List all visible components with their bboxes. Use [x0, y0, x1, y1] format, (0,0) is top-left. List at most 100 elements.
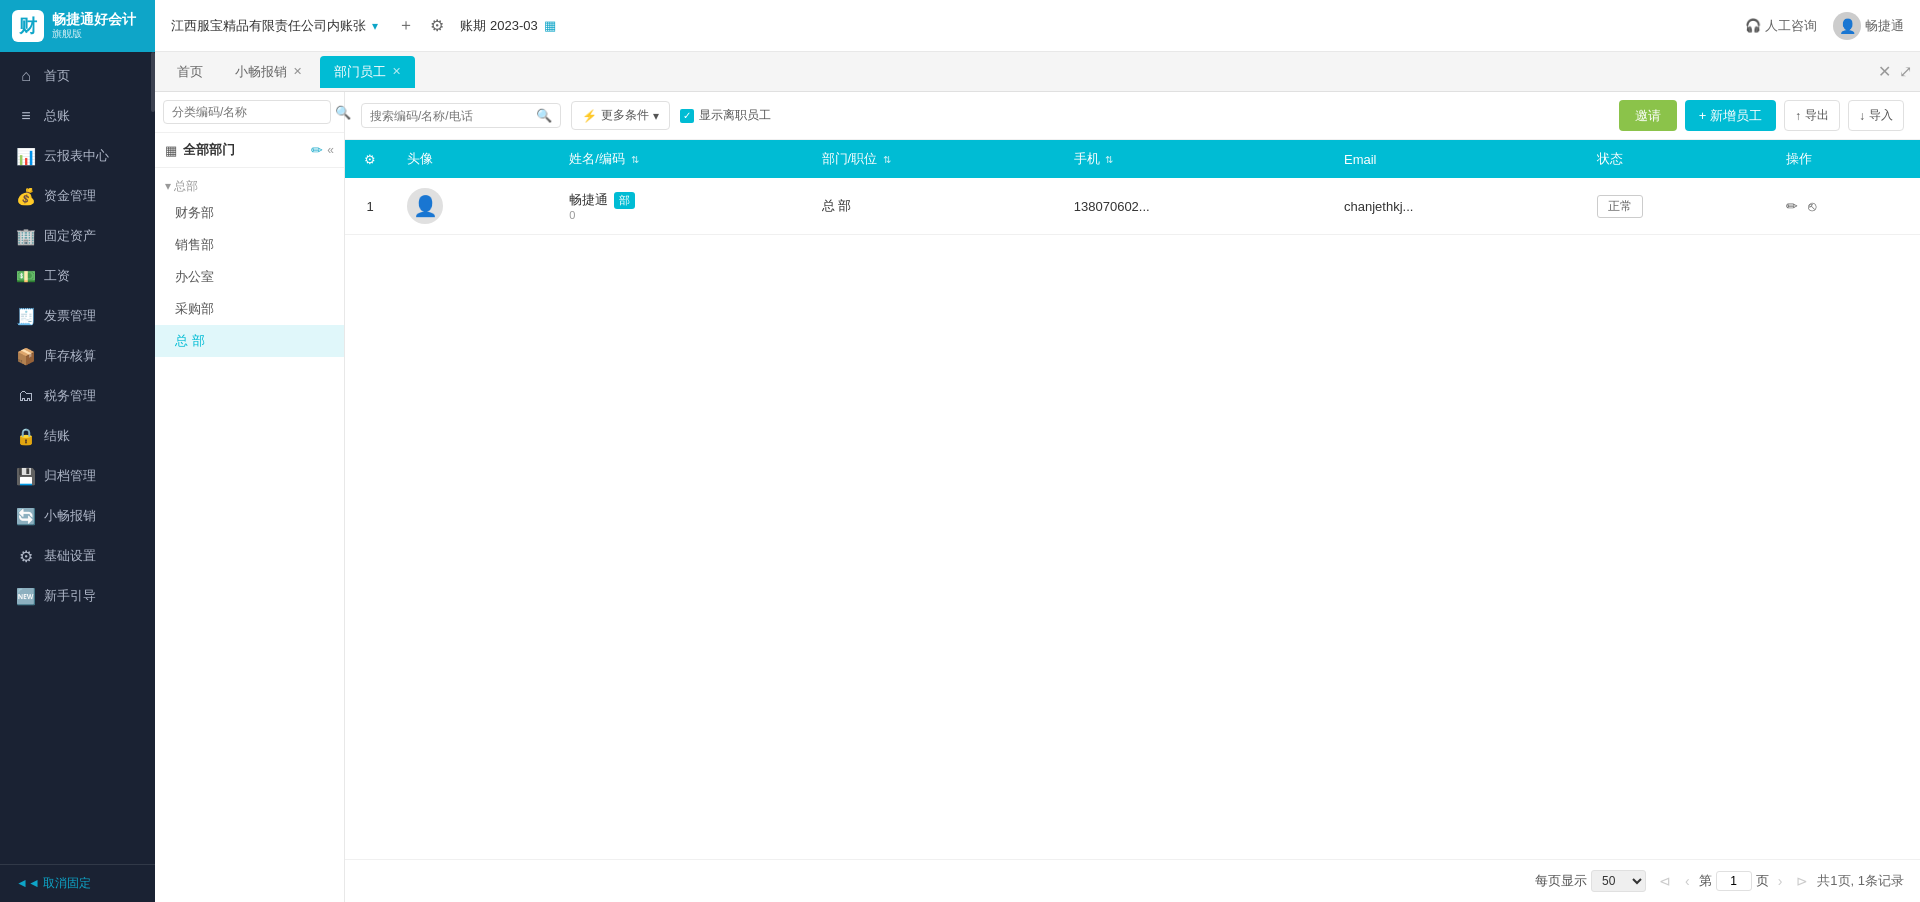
sidebar-item-close[interactable]: 🔒 结账 — [0, 416, 155, 456]
sidebar-item-label: 库存核算 — [44, 347, 96, 365]
page-total: 共1页, 1条记录 — [1817, 872, 1904, 890]
toolbar-right: 邀请 + 新增员工 ↑ 导出 ↓ 导入 — [1619, 100, 1904, 131]
add-tab-button[interactable]: ＋ — [398, 15, 414, 36]
col-action: 操作 — [1774, 140, 1920, 178]
logo-icon: 财 — [12, 10, 44, 42]
sidebar-logo: 财 畅捷通好会计 旗舰版 — [0, 0, 155, 52]
employee-search-input[interactable] — [370, 109, 536, 123]
dept-item-caiwu[interactable]: 财务部 — [155, 197, 344, 229]
sidebar-item-xiaochang[interactable]: 🔄 小畅报销 — [0, 496, 155, 536]
edit-dept-icon[interactable]: ✏ — [311, 142, 323, 158]
sidebar-item-label: 云报表中心 — [44, 147, 109, 165]
pagination: ⊲ ‹ 第 页 › ⊳ 共1页, 1条记录 — [1654, 871, 1904, 891]
dept-group-label: ▾ 总部 — [155, 172, 344, 197]
funds-icon: 💰 — [16, 186, 36, 206]
tab-xiaochang[interactable]: 小畅报销 ✕ — [221, 56, 316, 88]
col-dept[interactable]: 部门/职位 ⇅ — [810, 140, 1062, 178]
tab-dept-close[interactable]: ✕ — [392, 65, 401, 78]
ledger-icon: ≡ — [16, 106, 36, 126]
col-settings[interactable]: ⚙ — [345, 140, 395, 178]
invite-button[interactable]: 邀请 — [1619, 100, 1677, 131]
avatar: 👤 — [407, 188, 443, 224]
reports-icon: 📊 — [16, 146, 36, 166]
sidebar-item-tax[interactable]: 🗂 税务管理 — [0, 376, 155, 416]
sidebar-item-inventory[interactable]: 📦 库存核算 — [0, 336, 155, 376]
topbar-right: 🎧 人工咨询 👤 畅捷通 — [1745, 12, 1904, 40]
export-button[interactable]: ↑ 导出 — [1784, 100, 1840, 131]
avatar-person-icon: 👤 — [413, 194, 438, 218]
headset-icon: 🎧 — [1745, 18, 1761, 33]
sidebar-item-ledger[interactable]: ≡ 总账 — [0, 96, 155, 136]
sidebar-unpin[interactable]: ◄◄ 取消固定 — [0, 864, 155, 902]
search-icon[interactable]: 🔍 — [536, 108, 552, 123]
per-page-label: 每页显示 — [1535, 872, 1587, 890]
filter-icon: ⚡ — [582, 109, 597, 123]
row-status: 正常 — [1585, 178, 1774, 235]
row-email: chanjethkj... — [1332, 178, 1585, 235]
tab-home[interactable]: 首页 — [163, 56, 217, 88]
filter-button[interactable]: ⚡ 更多条件 ▾ — [571, 101, 670, 130]
home-icon: ⌂ — [16, 66, 36, 86]
filter-chevron-icon: ▾ — [653, 109, 659, 123]
close-account-icon: 🔒 — [16, 426, 36, 446]
filter-label: 更多条件 — [601, 107, 649, 124]
calendar-icon[interactable]: ▦ — [544, 18, 556, 33]
logout-employee-button[interactable]: ⎋ — [1808, 198, 1816, 214]
sidebar-item-guide[interactable]: 🆕 新手引导 — [0, 576, 155, 616]
close-window-button[interactable]: ✕ — [1878, 62, 1891, 81]
per-page-select[interactable]: 50 100 200 — [1591, 870, 1646, 892]
col-avatar: 头像 — [395, 140, 557, 178]
tab-xiaochang-label: 小畅报销 — [235, 63, 287, 81]
tab-home-label: 首页 — [177, 63, 203, 81]
import-button[interactable]: ↓ 导入 — [1848, 100, 1904, 131]
sidebar-item-reports[interactable]: 📊 云报表中心 — [0, 136, 155, 176]
last-page-button[interactable]: ⊳ — [1791, 871, 1813, 891]
col-name[interactable]: 姓名/编码 ⇅ — [557, 140, 809, 178]
employee-table-wrap: ⚙ 头像 姓名/编码 ⇅ 部门/职位 ⇅ 手机 — [345, 140, 1920, 859]
sidebar-item-basic[interactable]: ⚙ 基础设置 — [0, 536, 155, 576]
row-no: 1 — [345, 178, 395, 235]
user-menu[interactable]: 👤 畅捷通 — [1833, 12, 1904, 40]
dept-panel: 🔍 ▦ 全部部门 ✏ « ▾ 总部 财务部 销售部 办公室 采购部 总 部 — [155, 92, 345, 902]
row-name-cell: 畅捷通 部 0 — [557, 178, 809, 235]
sidebar-item-home[interactable]: ⌂ 首页 — [0, 56, 155, 96]
collapse-icon[interactable]: « — [327, 143, 334, 157]
first-page-button[interactable]: ⊲ — [1654, 871, 1676, 891]
dept-search-input[interactable] — [163, 100, 331, 124]
dept-item-caigou[interactable]: 采购部 — [155, 293, 344, 325]
sidebar-item-label: 工资 — [44, 267, 70, 285]
tab-dept-label: 部门员工 — [334, 63, 386, 81]
all-dept-header[interactable]: ▦ 全部部门 ✏ « — [155, 133, 344, 168]
sidebar-item-label: 固定资产 — [44, 227, 96, 245]
dept-item-zongbu[interactable]: 总 部 — [155, 325, 344, 357]
show-resigned-toggle[interactable]: ✓ 显示离职员工 — [680, 107, 771, 124]
topbar: 江西服宝精品有限责任公司内账张 ▾ ＋ ⚙ 账期 2023-03 ▦ 🎧 人工咨… — [155, 0, 1920, 52]
sidebar-item-payroll[interactable]: 💵 工资 — [0, 256, 155, 296]
tab-xiaochang-close[interactable]: ✕ — [293, 65, 302, 78]
new-employee-button[interactable]: + 新增员工 — [1685, 100, 1776, 131]
sidebar-item-archive[interactable]: 💾 归档管理 — [0, 456, 155, 496]
show-resigned-checkbox[interactable]: ✓ — [680, 109, 694, 123]
grid-icon: ▦ — [165, 143, 177, 158]
service-button[interactable]: 🎧 人工咨询 — [1745, 17, 1817, 35]
main-area: 江西服宝精品有限责任公司内账张 ▾ ＋ ⚙ 账期 2023-03 ▦ 🎧 人工咨… — [155, 0, 1920, 902]
expand-window-button[interactable]: ⤢ — [1899, 62, 1912, 81]
col-phone[interactable]: 手机 ⇅ — [1062, 140, 1332, 178]
edit-employee-button[interactable]: ✏ — [1786, 198, 1798, 214]
prev-page-button[interactable]: ‹ — [1680, 871, 1695, 891]
sidebar-item-funds[interactable]: 💰 资金管理 — [0, 176, 155, 216]
page-input[interactable] — [1716, 871, 1752, 891]
row-dept: 总 部 — [810, 178, 1062, 235]
company-dropdown[interactable]: ▾ — [372, 19, 378, 33]
tab-dept[interactable]: 部门员工 ✕ — [320, 56, 415, 88]
sidebar-item-invoice[interactable]: 🧾 发票管理 — [0, 296, 155, 336]
period-label: 账期 — [460, 17, 486, 35]
sidebar-item-label: 总账 — [44, 107, 70, 125]
inventory-icon: 📦 — [16, 346, 36, 366]
dept-item-bangongshi[interactable]: 办公室 — [155, 261, 344, 293]
sidebar-item-assets[interactable]: 🏢 固定资产 — [0, 216, 155, 256]
sort-phone-icon: ⇅ — [1105, 154, 1113, 165]
next-page-button[interactable]: › — [1773, 871, 1788, 891]
dept-item-xiaoshou[interactable]: 销售部 — [155, 229, 344, 261]
settings-gear-icon[interactable]: ⚙ — [430, 16, 444, 35]
